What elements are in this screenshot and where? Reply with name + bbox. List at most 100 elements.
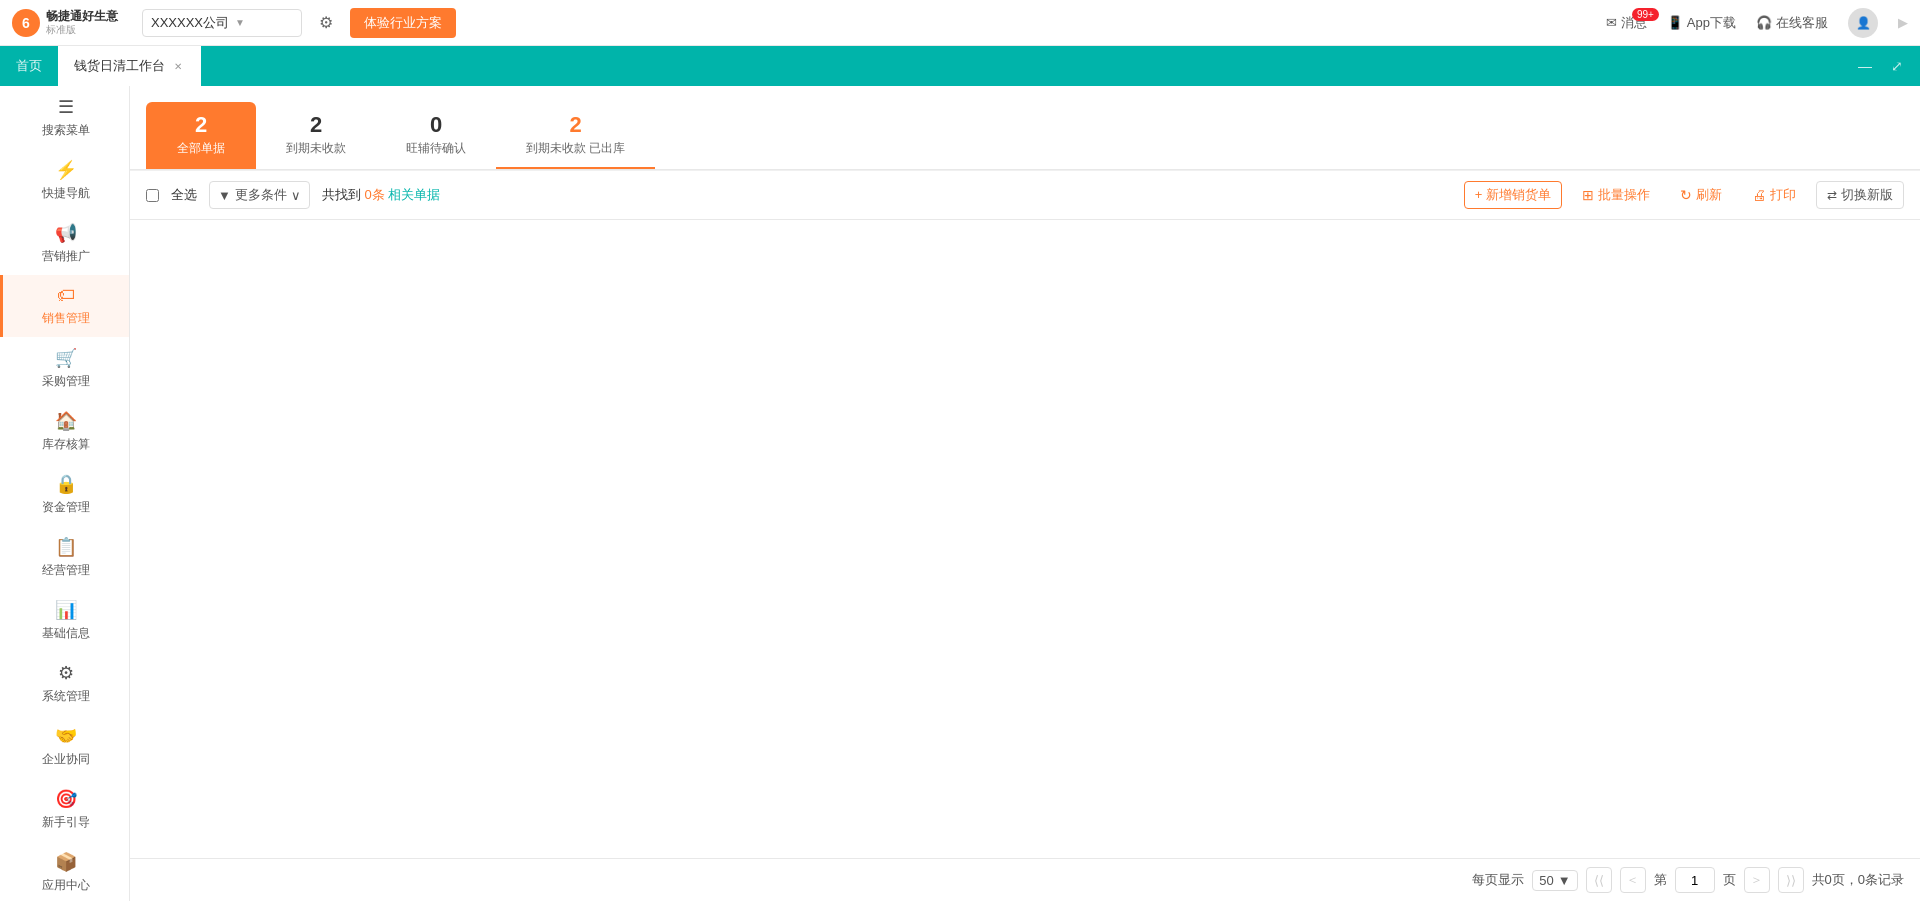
batch-label: 批量操作 bbox=[1598, 186, 1650, 204]
tab-maximize-button[interactable]: ⤢ bbox=[1882, 51, 1912, 81]
tab-close-icon[interactable]: ✕ bbox=[171, 59, 185, 73]
sidebar-label-system: 系统管理 bbox=[42, 688, 90, 705]
stat-num-all: 2 bbox=[195, 112, 207, 138]
switch-version-button[interactable]: ⇄ 切换新版 bbox=[1816, 181, 1904, 209]
filter-label: 更多条件 bbox=[235, 186, 287, 204]
sidebar-label-operations: 经营管理 bbox=[42, 562, 90, 579]
sidebar-item-system[interactable]: ⚙ 系统管理 bbox=[0, 652, 129, 715]
switch-icon: ⇄ bbox=[1827, 188, 1837, 202]
sidebar-item-marketing[interactable]: 📢 营销推广 bbox=[0, 212, 129, 275]
first-page-button[interactable]: ⟨⟨ bbox=[1586, 867, 1612, 893]
company-selector[interactable]: XXXXXX公司 ▼ bbox=[142, 9, 302, 37]
quick-nav-icon: ⚡ bbox=[55, 159, 77, 181]
purchase-icon: 🛒 bbox=[55, 347, 77, 369]
sidebar-item-operations[interactable]: 📋 经营管理 bbox=[0, 526, 129, 589]
sidebar-label-app-center: 应用中心 bbox=[42, 877, 90, 894]
switch-label: 切换新版 bbox=[1841, 186, 1893, 204]
stat-num-overdue: 2 bbox=[310, 112, 322, 138]
stat-tab-overdue-unpaid[interactable]: 2 到期未收款 bbox=[256, 102, 376, 169]
sidebar-item-cooperation[interactable]: 🤝 企业协同 bbox=[0, 715, 129, 778]
sidebar-item-finance[interactable]: 🔒 资金管理 bbox=[0, 463, 129, 526]
sidebar-item-app-center[interactable]: 📦 应用中心 bbox=[0, 841, 129, 901]
per-page-selector[interactable]: 50 ▼ bbox=[1532, 870, 1577, 891]
basic-info-icon: 📊 bbox=[55, 599, 77, 621]
online-service-label: 在线客服 bbox=[1776, 14, 1828, 32]
sidebar-item-search-menu[interactable]: ☰ 搜索菜单 bbox=[0, 86, 129, 149]
user-name[interactable]: ▶ bbox=[1898, 15, 1908, 30]
sidebar-item-inventory[interactable]: 🏠 库存核算 bbox=[0, 400, 129, 463]
result-link[interactable]: 相关单据 bbox=[388, 187, 440, 202]
print-label: 打印 bbox=[1770, 186, 1796, 204]
batch-operation-button[interactable]: ⊞ 批量操作 bbox=[1572, 182, 1660, 208]
sidebar-label-search-menu: 搜索菜单 bbox=[42, 122, 90, 139]
next-page-button[interactable]: ＞ bbox=[1744, 867, 1770, 893]
sidebar-label-basic-info: 基础信息 bbox=[42, 625, 90, 642]
sidebar-label-purchase: 采购管理 bbox=[42, 373, 90, 390]
messages-button[interactable]: ✉ 消息 99+ bbox=[1606, 14, 1647, 32]
sidebar-label-guide: 新手引导 bbox=[42, 814, 90, 831]
app-download-button[interactable]: 📱 App下载 bbox=[1667, 14, 1736, 32]
select-all-label: 全选 bbox=[171, 186, 197, 204]
sidebar-label-cooperation: 企业协同 bbox=[42, 751, 90, 768]
result-count: 0条 bbox=[365, 187, 385, 202]
current-page-input[interactable] bbox=[1675, 867, 1715, 893]
online-service-button[interactable]: 🎧 在线客服 bbox=[1756, 14, 1828, 32]
print-icon: 🖨 bbox=[1752, 187, 1766, 203]
stat-tab-shipped[interactable]: 2 到期未收款 已出库 bbox=[496, 102, 655, 169]
refresh-button[interactable]: ↻ 刷新 bbox=[1670, 182, 1732, 208]
sidebar-label-quick-nav: 快捷导航 bbox=[42, 185, 90, 202]
sidebar-item-basic-info[interactable]: 📊 基础信息 bbox=[0, 589, 129, 652]
page-suffix: 页 bbox=[1723, 871, 1736, 889]
stat-label-wangpu: 旺辅待确认 bbox=[406, 140, 466, 157]
result-prefix: 共找到 bbox=[322, 187, 361, 202]
messages-badge: 99+ bbox=[1632, 8, 1659, 21]
search-menu-icon: ☰ bbox=[58, 96, 74, 118]
message-icon: ✉ bbox=[1606, 15, 1617, 30]
sidebar-item-purchase[interactable]: 🛒 采购管理 bbox=[0, 337, 129, 400]
app-download-label: App下载 bbox=[1687, 14, 1736, 32]
guide-icon: 🎯 bbox=[55, 788, 77, 810]
header-right: ✉ 消息 99+ 📱 App下载 🎧 在线客服 👤 ▶ bbox=[1606, 8, 1908, 38]
refresh-icon: ↻ bbox=[1680, 187, 1692, 203]
stat-num-wangpu: 0 bbox=[430, 112, 442, 138]
content-area: 2 全部单据 2 到期未收款 0 旺辅待确认 2 到期未收款 已出库 全选 ▼ … bbox=[130, 86, 1920, 901]
prev-page-button[interactable]: ＜ bbox=[1620, 867, 1646, 893]
logo-main-text: 畅捷通好生意 bbox=[46, 9, 118, 23]
refresh-label: 刷新 bbox=[1696, 186, 1722, 204]
sidebar-item-sales[interactable]: 🏷 销售管理 bbox=[0, 275, 129, 337]
settings-button[interactable]: ⚙ bbox=[312, 9, 340, 37]
tab-home[interactable]: 首页 bbox=[0, 46, 58, 86]
user-avatar[interactable]: 👤 bbox=[1848, 8, 1878, 38]
tab-minimize-button[interactable]: — bbox=[1850, 51, 1880, 81]
tab-home-label: 首页 bbox=[16, 57, 42, 75]
experience-button[interactable]: 体验行业方案 bbox=[350, 8, 456, 38]
per-page-label: 每页显示 bbox=[1472, 871, 1524, 889]
sidebar-item-guide[interactable]: 🎯 新手引导 bbox=[0, 778, 129, 841]
tab-cash-daily[interactable]: 钱货日清工作台 ✕ bbox=[58, 46, 201, 86]
new-order-button[interactable]: + 新增销货单 bbox=[1464, 181, 1562, 209]
stat-label-overdue: 到期未收款 bbox=[286, 140, 346, 157]
toolbar: 全选 ▼ 更多条件 ∨ 共找到 0条 相关单据 + 新增销货单 ⊞ 批量操作 bbox=[130, 171, 1920, 220]
stat-tab-all[interactable]: 2 全部单据 bbox=[146, 102, 256, 169]
sidebar-label-inventory: 库存核算 bbox=[42, 436, 90, 453]
print-button[interactable]: 🖨 打印 bbox=[1742, 182, 1806, 208]
main-layout: ☰ 搜索菜单 ⚡ 快捷导航 📢 营销推广 🏷 销售管理 🛒 采购管理 🏠 库存核… bbox=[0, 86, 1920, 901]
finance-icon: 🔒 bbox=[55, 473, 77, 495]
tab-bar: 首页 钱货日清工作台 ✕ — ⤢ bbox=[0, 46, 1920, 86]
sidebar-item-quick-nav[interactable]: ⚡ 快捷导航 bbox=[0, 149, 129, 212]
marketing-icon: 📢 bbox=[55, 222, 77, 244]
pagination-bar: 每页显示 50 ▼ ⟨⟨ ＜ 第 页 ＞ ⟩⟩ 共0页，0条记录 bbox=[130, 858, 1920, 901]
stat-tab-wangpu[interactable]: 0 旺辅待确认 bbox=[376, 102, 496, 169]
header-actions: ⚙ 体验行业方案 bbox=[312, 8, 456, 38]
total-info: 共0页，0条记录 bbox=[1812, 871, 1904, 889]
filter-button[interactable]: ▼ 更多条件 ∨ bbox=[209, 181, 310, 209]
sidebar-label-sales: 销售管理 bbox=[42, 310, 90, 327]
sales-icon: 🏷 bbox=[57, 285, 75, 306]
cooperation-icon: 🤝 bbox=[55, 725, 77, 747]
select-all-checkbox[interactable] bbox=[146, 189, 159, 202]
page-label: 第 bbox=[1654, 871, 1667, 889]
app-center-icon: 📦 bbox=[55, 851, 77, 873]
last-page-button[interactable]: ⟩⟩ bbox=[1778, 867, 1804, 893]
per-page-value: 50 bbox=[1539, 873, 1553, 888]
stat-label-all: 全部单据 bbox=[177, 140, 225, 157]
